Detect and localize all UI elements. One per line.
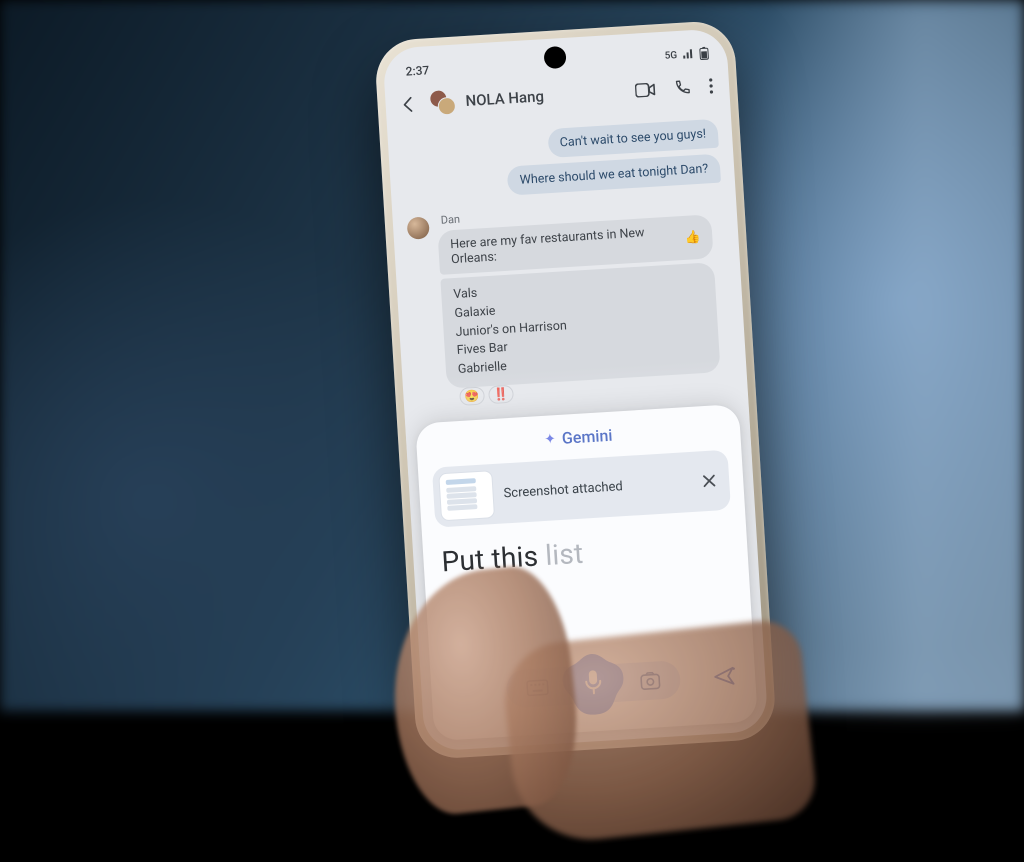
voice-input-button[interactable] bbox=[558, 649, 628, 719]
message-bubble[interactable]: Where should we eat tonight Dan? bbox=[507, 154, 721, 196]
back-button[interactable] bbox=[397, 93, 420, 116]
status-right: 5G bbox=[664, 46, 709, 63]
send-button[interactable] bbox=[713, 665, 738, 688]
video-call-button[interactable] bbox=[635, 82, 656, 97]
status-time: 2:37 bbox=[405, 63, 429, 78]
camera-button[interactable] bbox=[640, 671, 661, 690]
group-avatar[interactable] bbox=[429, 89, 457, 117]
phone-screen: 2:37 5G NOLA Hang bbox=[382, 28, 768, 752]
message-in-group: Dan Here are my fav restaurants in New O… bbox=[406, 197, 733, 409]
reaction-bangbang[interactable]: ‼️ bbox=[488, 384, 514, 403]
attachment-chip[interactable]: Screenshot attached bbox=[432, 450, 731, 528]
status-network-label: 5G bbox=[664, 50, 677, 62]
reaction-heart-eyes[interactable]: 😍 bbox=[459, 386, 485, 405]
gemini-brand-label: Gemini bbox=[561, 426, 613, 448]
gemini-prompt-text[interactable]: Put this list bbox=[437, 528, 734, 579]
prompt-segment-fading: list bbox=[544, 537, 584, 572]
prompt-segment-strong: Put this bbox=[441, 539, 547, 578]
attachment-label: Screenshot attached bbox=[503, 475, 690, 501]
gemini-title: ✦ Gemini bbox=[430, 419, 727, 456]
conversation[interactable]: Can't wait to see you guys! Where should… bbox=[387, 106, 748, 409]
gemini-toolbar bbox=[443, 638, 743, 730]
message-text: Here are my fav restaurants in New Orlea… bbox=[450, 223, 680, 267]
microphone-icon bbox=[583, 669, 605, 700]
battery-icon bbox=[699, 46, 710, 61]
signal-icon bbox=[682, 49, 695, 60]
thumbs-up-emoji: 👍 bbox=[684, 229, 700, 245]
phone: 2:37 5G NOLA Hang bbox=[374, 20, 777, 761]
voice-call-button[interactable] bbox=[673, 78, 692, 97]
remove-attachment-button[interactable] bbox=[699, 470, 720, 491]
gemini-sheet: ✦ Gemini Screenshot attached Put this li… bbox=[415, 404, 758, 741]
chat-title[interactable]: NOLA Hang bbox=[465, 82, 626, 110]
overflow-menu-button[interactable] bbox=[709, 78, 714, 94]
sender-avatar[interactable] bbox=[407, 217, 430, 240]
gemini-spark-icon: ✦ bbox=[544, 431, 557, 448]
message-bubble-list[interactable]: Vals Galaxie Junior's on Harrison Fives … bbox=[440, 262, 720, 388]
attachment-thumbnail bbox=[438, 470, 495, 521]
keyboard-button[interactable] bbox=[526, 679, 549, 696]
message-bubble[interactable]: Can't wait to see you guys! bbox=[547, 119, 719, 158]
